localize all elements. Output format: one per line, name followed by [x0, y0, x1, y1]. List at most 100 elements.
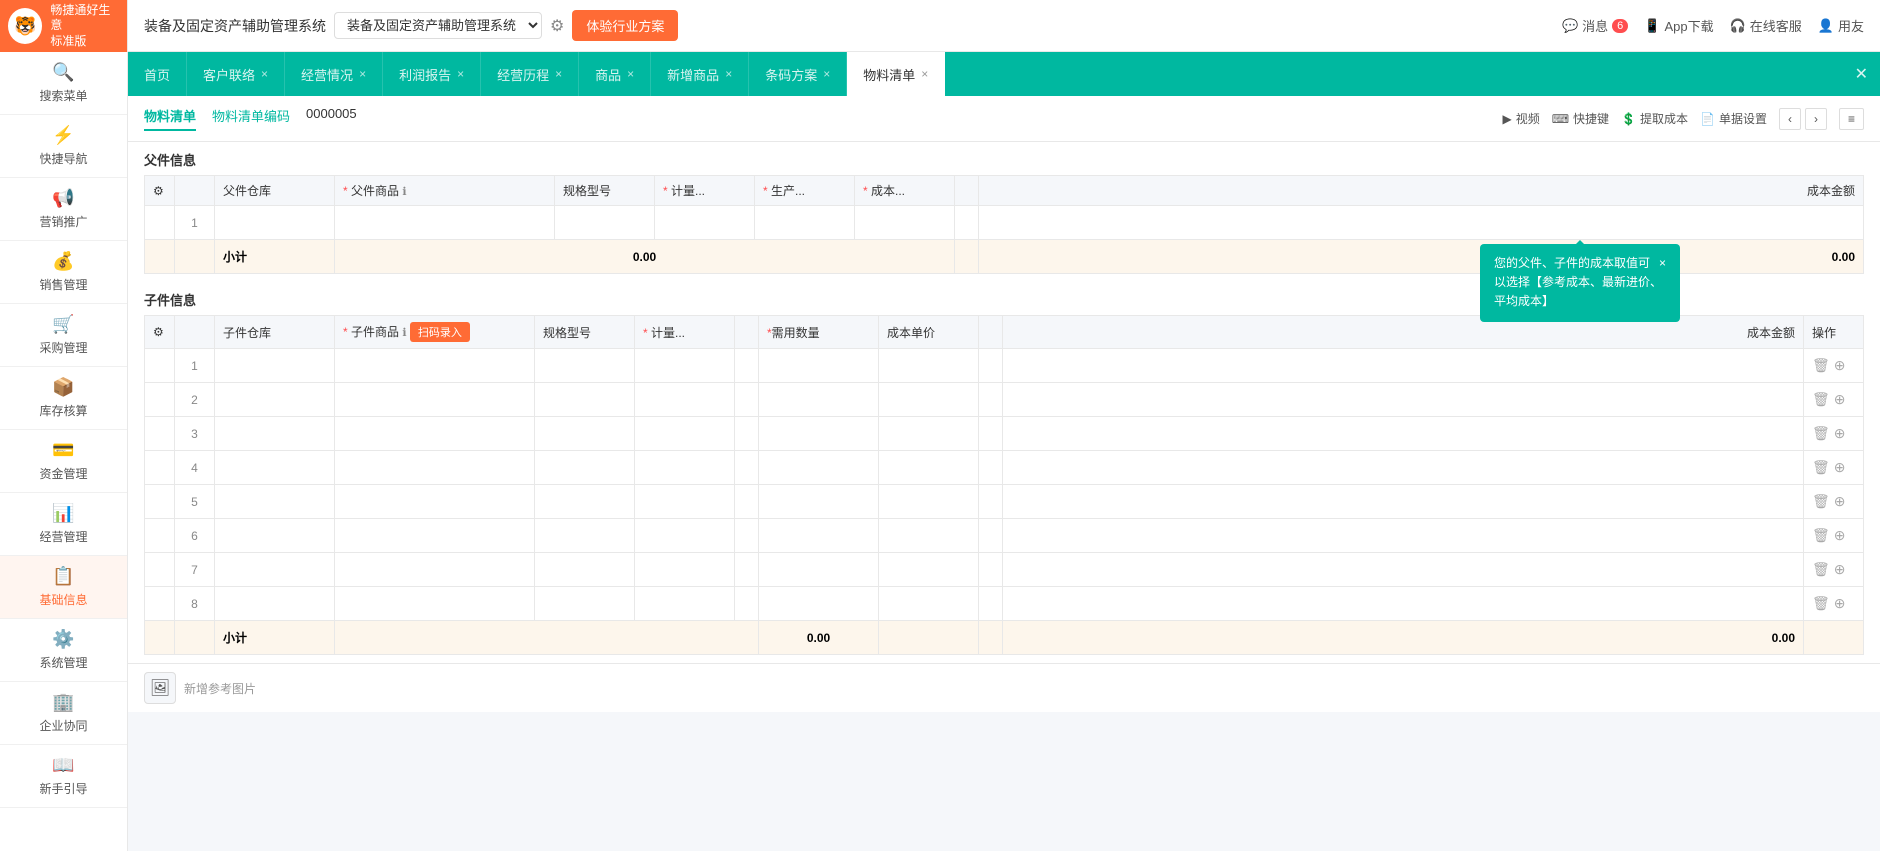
copy-icon-7[interactable]: ⊕	[1834, 561, 1846, 578]
tab-operation-history[interactable]: 经营历程 ×	[481, 52, 579, 96]
tab-new-goods[interactable]: 新增商品 ×	[651, 52, 749, 96]
child-row-6-goods[interactable]	[335, 519, 535, 553]
child-row-7-spec[interactable]	[535, 553, 635, 587]
sidebar-item-search[interactable]: 🔍 搜索菜单	[0, 52, 127, 115]
tooltip-close-btn[interactable]: ×	[1659, 254, 1666, 273]
child-row-6-quantity[interactable]	[759, 519, 879, 553]
sidebar-item-quick-nav[interactable]: ⚡ 快捷导航	[0, 115, 127, 178]
child-row-7-warehouse[interactable]	[215, 553, 335, 587]
header-tab-bom[interactable]: 物料清单	[144, 106, 196, 131]
sidebar-item-purchase[interactable]: 🛒 采购管理	[0, 304, 127, 367]
child-row-2-unit[interactable]	[635, 383, 735, 417]
child-row-4-unit-cost[interactable]	[879, 451, 979, 485]
close-all-tabs[interactable]: ✕	[1843, 64, 1880, 84]
tab-customer[interactable]: 客户联络 ×	[187, 52, 285, 96]
delete-icon-3[interactable]: 🗑	[1812, 425, 1830, 442]
delete-icon-8[interactable]: 🗑	[1812, 595, 1830, 612]
tab-bom[interactable]: 物料清单 ×	[847, 52, 945, 96]
child-row-2-warehouse[interactable]	[215, 383, 335, 417]
delete-icon-2[interactable]: 🗑	[1812, 391, 1830, 408]
child-row-3-quantity[interactable]	[759, 417, 879, 451]
shortcut-action[interactable]: ⌨ 快捷键	[1552, 110, 1609, 127]
child-row-1-unit-cost[interactable]	[879, 349, 979, 383]
child-row-3-unit[interactable]	[635, 417, 735, 451]
header-tab-code[interactable]: 物料清单编码	[212, 106, 290, 131]
tab-goods-close[interactable]: ×	[627, 67, 634, 81]
tab-barcode[interactable]: 条码方案 ×	[749, 52, 847, 96]
sidebar-item-finance[interactable]: 💳 资金管理	[0, 430, 127, 493]
child-row-3-goods[interactable]	[335, 417, 535, 451]
parent-row-1-spec[interactable]	[555, 206, 655, 240]
prev-arrow[interactable]: ‹	[1779, 108, 1801, 130]
child-row-5-spec[interactable]	[535, 485, 635, 519]
tab-customer-close[interactable]: ×	[261, 67, 268, 81]
child-row-5-quantity[interactable]	[759, 485, 879, 519]
message-item[interactable]: 💬 消息 6	[1562, 16, 1628, 35]
delete-icon-7[interactable]: 🗑	[1812, 561, 1830, 578]
cost-action[interactable]: 💲 提取成本	[1621, 110, 1688, 127]
add-image-icon[interactable]: 🖼	[144, 672, 176, 704]
child-row-1-spec[interactable]	[535, 349, 635, 383]
tab-profit-close[interactable]: ×	[457, 67, 464, 81]
delete-icon-1[interactable]: 🗑	[1812, 357, 1830, 374]
child-row-8-quantity[interactable]	[759, 587, 879, 621]
child-row-3-warehouse[interactable]	[215, 417, 335, 451]
parent-row-1-produce[interactable]	[755, 206, 855, 240]
app-download-item[interactable]: 📱 App下载	[1644, 16, 1713, 35]
child-row-1-unit[interactable]	[635, 349, 735, 383]
child-row-8-goods[interactable]	[335, 587, 535, 621]
delete-icon-4[interactable]: 🗑	[1812, 459, 1830, 476]
child-row-6-unit-cost[interactable]	[879, 519, 979, 553]
tab-operation-status[interactable]: 经营情况 ×	[285, 52, 383, 96]
child-row-6-unit[interactable]	[635, 519, 735, 553]
child-row-8-warehouse[interactable]	[215, 587, 335, 621]
copy-icon-3[interactable]: ⊕	[1834, 425, 1846, 442]
child-row-6-warehouse[interactable]	[215, 519, 335, 553]
tab-profit[interactable]: 利润报告 ×	[383, 52, 481, 96]
tab-bom-close[interactable]: ×	[921, 67, 928, 81]
sidebar-item-sales[interactable]: 💰 销售管理	[0, 241, 127, 304]
child-row-2-unit-cost[interactable]	[879, 383, 979, 417]
child-row-5-warehouse[interactable]	[215, 485, 335, 519]
child-row-8-spec[interactable]	[535, 587, 635, 621]
tab-goods[interactable]: 商品 ×	[579, 52, 651, 96]
child-row-3-spec[interactable]	[535, 417, 635, 451]
child-row-2-spec[interactable]	[535, 383, 635, 417]
copy-icon-8[interactable]: ⊕	[1834, 595, 1846, 612]
child-row-4-quantity[interactable]	[759, 451, 879, 485]
tab-barcode-close[interactable]: ×	[823, 67, 830, 81]
user-item[interactable]: 👤 用友	[1818, 16, 1864, 35]
list-view-btn[interactable]: ≡	[1839, 108, 1864, 130]
settings-action[interactable]: 📄 单据设置	[1700, 110, 1767, 127]
child-row-7-unit[interactable]	[635, 553, 735, 587]
tab-home[interactable]: 首页	[128, 52, 187, 96]
child-row-8-unit[interactable]	[635, 587, 735, 621]
copy-icon-1[interactable]: ⊕	[1834, 357, 1846, 374]
sidebar-item-operation[interactable]: 📊 经营管理	[0, 493, 127, 556]
parent-row-1-cost[interactable]	[855, 206, 955, 240]
child-row-5-goods[interactable]	[335, 485, 535, 519]
child-row-6-spec[interactable]	[535, 519, 635, 553]
copy-icon-6[interactable]: ⊕	[1834, 527, 1846, 544]
child-row-1-goods[interactable]	[335, 349, 535, 383]
parent-row-1-unit[interactable]	[655, 206, 755, 240]
parent-row-1-warehouse[interactable]	[215, 206, 335, 240]
child-row-7-unit-cost[interactable]	[879, 553, 979, 587]
parent-row-1-goods[interactable]	[335, 206, 555, 240]
tab-operation-history-close[interactable]: ×	[555, 67, 562, 81]
child-row-3-unit-cost[interactable]	[879, 417, 979, 451]
sidebar-item-marketing[interactable]: 📢 营销推广	[0, 178, 127, 241]
sidebar-item-guide[interactable]: 📖 新手引导	[0, 745, 127, 808]
child-row-4-goods[interactable]	[335, 451, 535, 485]
copy-icon-4[interactable]: ⊕	[1834, 459, 1846, 476]
copy-icon-2[interactable]: ⊕	[1834, 391, 1846, 408]
sidebar-item-enterprise[interactable]: 🏢 企业协同	[0, 682, 127, 745]
child-row-7-goods[interactable]	[335, 553, 535, 587]
child-row-2-quantity[interactable]	[759, 383, 879, 417]
sidebar-item-basic-info[interactable]: 📋 基础信息	[0, 556, 127, 619]
child-row-4-spec[interactable]	[535, 451, 635, 485]
child-row-8-unit-cost[interactable]	[879, 587, 979, 621]
child-row-7-quantity[interactable]	[759, 553, 879, 587]
sidebar-item-inventory[interactable]: 📦 库存核算	[0, 367, 127, 430]
child-row-5-unit-cost[interactable]	[879, 485, 979, 519]
